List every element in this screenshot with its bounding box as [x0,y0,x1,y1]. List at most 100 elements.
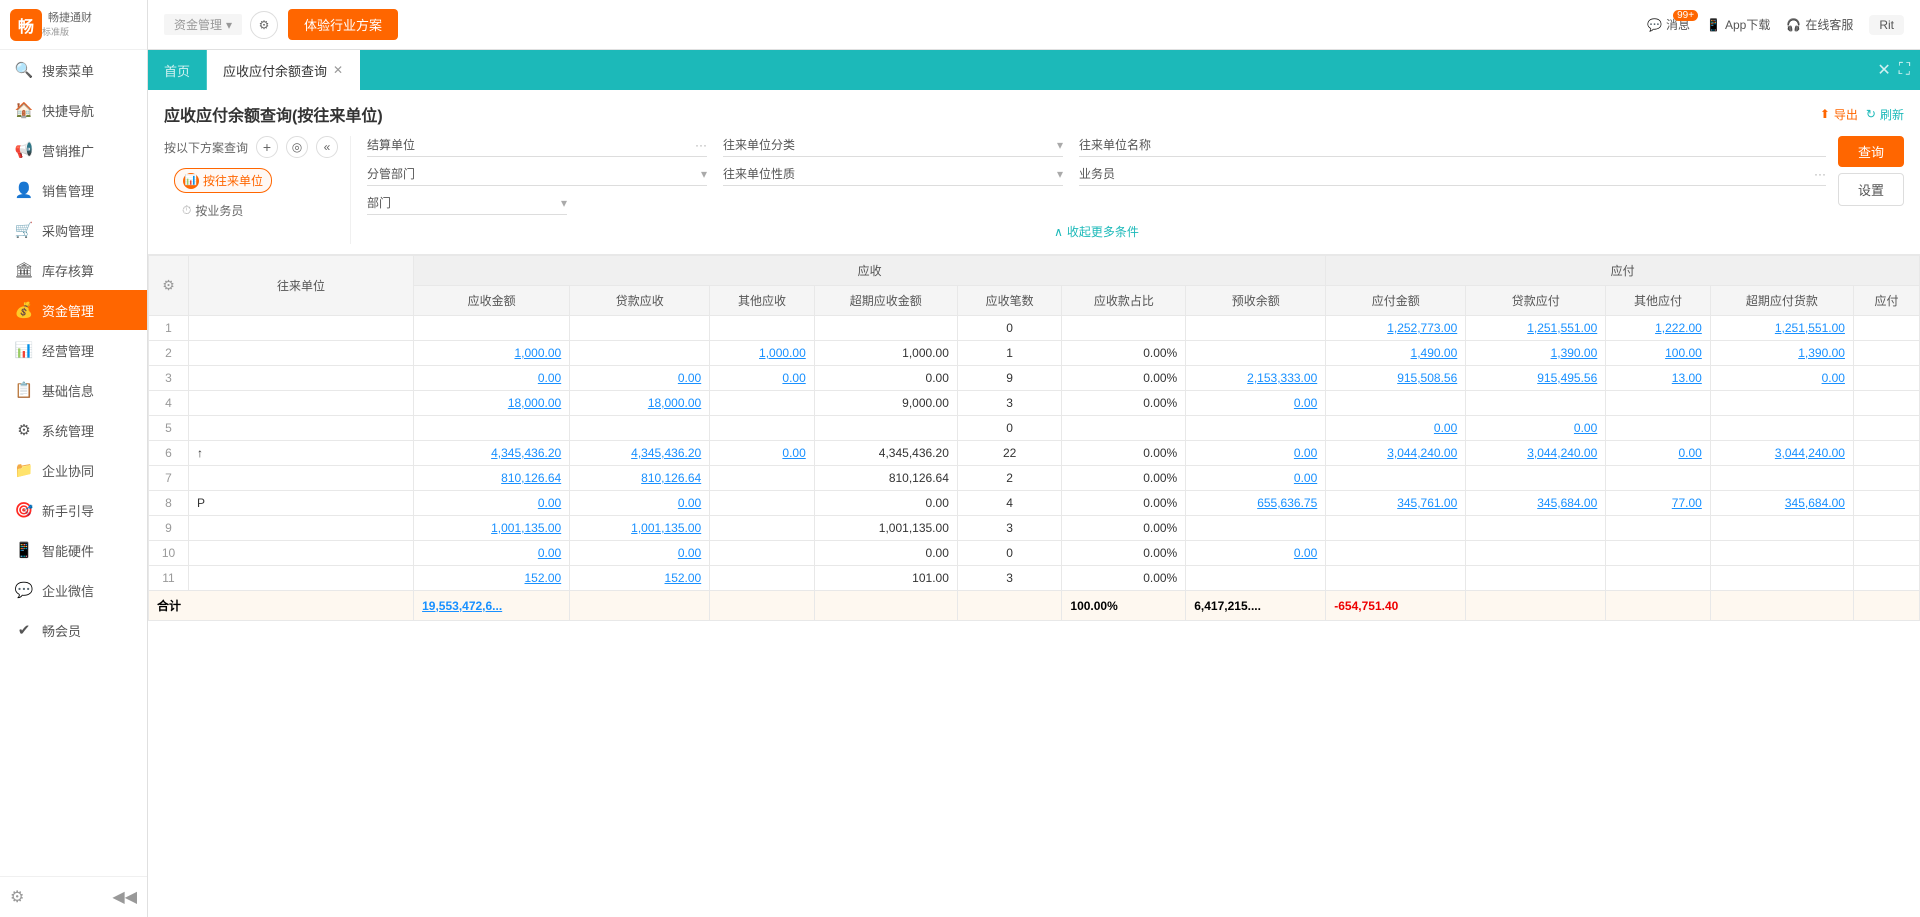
table-cell[interactable]: 1,490.00 [1326,341,1466,366]
table-cell[interactable]: 0.00 [414,541,570,566]
sidebar-item-inventory[interactable]: 🏛 库存核算 [0,250,147,290]
table-cell[interactable]: 1,000.00 [710,341,815,366]
table-cell[interactable]: 345,684.00 [1710,491,1853,516]
table-cell[interactable]: 0.00 [710,441,815,466]
table-cell[interactable]: 915,495.56 [1466,366,1606,391]
topbar-message[interactable]: 💬 消息 99+ [1647,16,1690,33]
sidebar-item-purchase[interactable]: 🛒 采购管理 [0,210,147,250]
sidebar-item-wechat[interactable]: 💬 企业微信 [0,570,147,610]
sidebar-item-member[interactable]: ✔ 畅会员 [0,610,147,650]
table-cell[interactable]: 1,001,135.00 [570,516,710,541]
table-cell[interactable]: 1,251,551.00 [1466,316,1606,341]
refresh-icon: ↻ [1866,107,1876,121]
table-cell[interactable]: 100.00 [1606,341,1711,366]
filter-settlement-dots[interactable]: ··· [695,138,707,152]
export-button[interactable]: ⬆ 导出 [1820,106,1858,123]
filter-unit-category-arrow[interactable]: ▾ [1057,138,1063,152]
filter-section-dept-label: 部门 [367,194,397,211]
tab-maximize-btn[interactable]: ⛶ [1899,61,1910,79]
filter-unit-name-input[interactable] [1151,138,1826,152]
sidebar-item-guide[interactable]: 🎯 新手引导 [0,490,147,530]
scheme-by-staff[interactable]: ⏱ 按业务员 [174,199,272,222]
table-cell[interactable]: 1,000.00 [414,341,570,366]
sidebar-item-system[interactable]: ⚙ 系统管理 [0,410,147,450]
industry-btn[interactable]: 体验行业方案 [288,9,398,40]
table-settings-icon[interactable]: ⚙ [162,277,175,293]
table-cell[interactable]: 0.00 [1606,441,1711,466]
table-cell[interactable]: 2,153,333.00 [1186,366,1326,391]
tab-ar-ap[interactable]: 应收应付余额查询 ✕ [207,50,360,90]
table-cell[interactable]: 0.00 [1186,466,1326,491]
scheme-by-unit[interactable]: 📊 按往来单位 [174,168,272,193]
table-cell[interactable]: 1,252,773.00 [1326,316,1466,341]
table-cell[interactable]: 915,508.56 [1326,366,1466,391]
table-cell[interactable]: 1,222.00 [1606,316,1711,341]
table-cell[interactable]: 3,044,240.00 [1466,441,1606,466]
settings-button[interactable]: 设置 [1838,173,1904,206]
sidebar-item-operation[interactable]: 📊 经营管理 [0,330,147,370]
table-cell[interactable]: 1,390.00 [1466,341,1606,366]
table-cell[interactable]: 18,000.00 [570,391,710,416]
table-cell[interactable]: 152.00 [414,566,570,591]
table-cell[interactable]: 4,345,436.20 [414,441,570,466]
footer-settings-icon[interactable]: ⚙ [10,887,24,907]
topbar-user[interactable]: Rit [1869,15,1904,35]
table-cell[interactable]: 1,001,135.00 [414,516,570,541]
table-cell[interactable]: 0.00 [570,491,710,516]
sidebar-item-search[interactable]: 🔍 搜索菜单 [0,50,147,90]
filter-section-dept-arrow[interactable]: ▾ [561,196,567,210]
table-cell[interactable]: 0.00 [1186,441,1326,466]
footer-collapse-icon[interactable]: ◀◀ [112,887,137,907]
table-cell[interactable]: 0.00 [570,366,710,391]
table-cell[interactable]: 3,044,240.00 [1710,441,1853,466]
filter-dept-arrow[interactable]: ▾ [701,167,707,181]
footer-ar-amount[interactable]: 19,553,472,6... [414,591,570,621]
table-cell[interactable]: 77.00 [1606,491,1711,516]
sidebar-item-sales[interactable]: 👤 销售管理 [0,170,147,210]
topbar-service[interactable]: 🎧 在线客服 [1786,16,1853,33]
table-cell[interactable]: 0.00 [1186,391,1326,416]
tab-home[interactable]: 首页 [148,50,207,90]
table-cell[interactable]: 1,390.00 [1710,341,1853,366]
table-cell[interactable]: 0.00 [414,491,570,516]
filter-collapse-btn[interactable]: « [316,136,338,158]
table-cell[interactable]: 4,345,436.20 [570,441,710,466]
topbar-app-download[interactable]: 📱 App下载 [1706,16,1770,33]
sidebar-item-marketing[interactable]: 📢 营销推广 [0,130,147,170]
refresh-button[interactable]: ↻ 刷新 [1866,106,1904,123]
sidebar-item-hardware[interactable]: 📱 智能硬件 [0,530,147,570]
sidebar-item-finance[interactable]: 💰 资金管理 [0,290,147,330]
table-cell[interactable]: 18,000.00 [414,391,570,416]
table-cell[interactable]: 655,636.75 [1186,491,1326,516]
filter-unit-nature-arrow[interactable]: ▾ [1057,167,1063,181]
table-cell[interactable]: 3,044,240.00 [1326,441,1466,466]
table-cell[interactable]: 345,684.00 [1466,491,1606,516]
table-cell[interactable]: 0.00 [710,366,815,391]
filter-settings-icon[interactable]: ◎ [286,136,308,158]
collapse-more-btn[interactable]: ∧ 收起更多条件 [1054,223,1139,240]
table-cell: 1 [149,316,189,341]
table-cell[interactable]: 1,251,551.00 [1710,316,1853,341]
query-button[interactable]: 查询 [1838,136,1904,167]
tab-close-icon[interactable]: ✕ [333,63,343,77]
sidebar-item-nav[interactable]: 🏠 快捷导航 [0,90,147,130]
filter-salesperson-dots[interactable]: ··· [1814,167,1826,181]
table-cell: 810,126.64 [814,466,957,491]
table-container[interactable]: ⚙ 往来单位 应收 应付 应收金额 贷款应收 其他应收 超期应收金额 应收笔数 [148,255,1920,917]
topbar-gear-btn[interactable]: ⚙ [250,11,278,39]
table-cell[interactable]: 810,126.64 [414,466,570,491]
table-cell[interactable]: 0.00 [570,541,710,566]
filter-add-btn[interactable]: + [256,136,278,158]
sidebar-item-collab[interactable]: 📁 企业协同 [0,450,147,490]
table-cell[interactable]: 345,761.00 [1326,491,1466,516]
table-cell[interactable]: 152.00 [570,566,710,591]
sidebar-item-basic[interactable]: 📋 基础信息 [0,370,147,410]
table-cell[interactable]: 0.00 [414,366,570,391]
table-cell[interactable]: 0.00 [1186,541,1326,566]
table-cell[interactable]: 810,126.64 [570,466,710,491]
table-cell[interactable]: 0.00 [1466,416,1606,441]
tab-close-window-btn[interactable]: ✕ [1877,60,1890,80]
table-cell[interactable]: 0.00 [1326,416,1466,441]
table-cell[interactable]: 13.00 [1606,366,1711,391]
table-cell[interactable]: 0.00 [1710,366,1853,391]
